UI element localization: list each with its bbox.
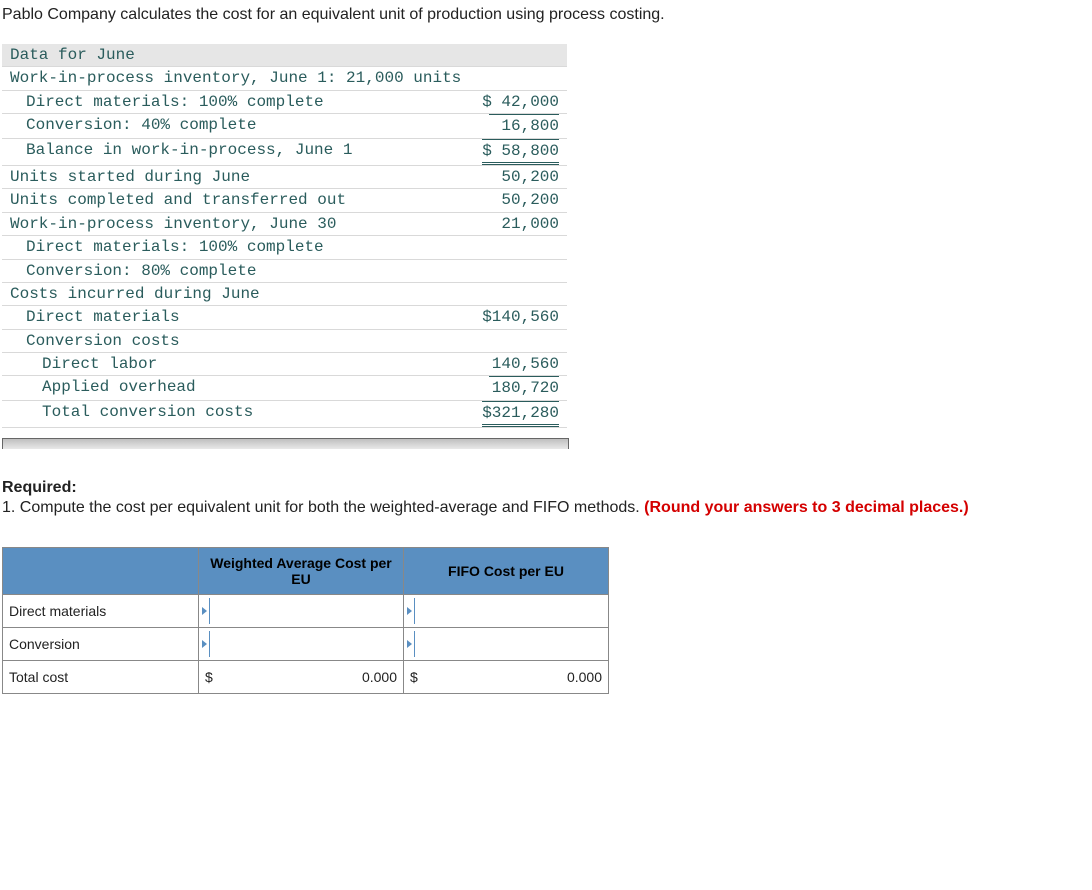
row-dm100: Direct materials: 100% complete bbox=[2, 91, 444, 113]
data-block: Data for June Work-in-process inventory,… bbox=[2, 44, 567, 428]
row-wip-june1: Work-in-process inventory, June 1: 21,00… bbox=[2, 67, 465, 89]
row-oh: Applied overhead bbox=[2, 376, 444, 399]
row-total-cost: Total cost bbox=[3, 661, 199, 694]
val-started: 50,200 bbox=[444, 166, 567, 188]
total-wa: $0.000 bbox=[199, 665, 403, 689]
col-weighted-avg: Weighted Average Cost per EU bbox=[199, 548, 404, 595]
answer-table: Weighted Average Cost per EU FIFO Cost p… bbox=[2, 547, 609, 694]
section-header: Data for June bbox=[2, 44, 444, 66]
divider-bar bbox=[2, 438, 569, 449]
cell-handle-icon[interactable] bbox=[404, 598, 415, 624]
row-dl: Direct labor bbox=[2, 353, 444, 375]
val-completed: 50,200 bbox=[444, 189, 567, 211]
total-fifo: $0.000 bbox=[404, 665, 608, 689]
row-convcosts: Conversion costs bbox=[2, 330, 444, 352]
row-conv80: Conversion: 80% complete bbox=[2, 260, 444, 282]
val-conv40: 16,800 bbox=[444, 114, 567, 137]
row-completed: Units completed and transferred out bbox=[2, 189, 444, 211]
input-fifo-conv[interactable] bbox=[415, 631, 608, 657]
intro-text: Pablo Company calculates the cost for an… bbox=[2, 6, 1092, 24]
cell-handle-icon[interactable] bbox=[404, 631, 415, 657]
input-wa-conv[interactable] bbox=[210, 631, 403, 657]
row-costs-header: Costs incurred during June bbox=[2, 283, 444, 305]
row-dm100b: Direct materials: 100% complete bbox=[2, 236, 444, 258]
col-fifo: FIFO Cost per EU bbox=[404, 548, 609, 595]
row-conversion: Conversion bbox=[3, 628, 199, 661]
row-started: Units started during June bbox=[2, 166, 444, 188]
val-dl: 140,560 bbox=[444, 353, 567, 375]
row-direct-materials: Direct materials bbox=[3, 595, 199, 628]
val-totconv: $321,280 bbox=[444, 401, 567, 427]
val-oh: 180,720 bbox=[444, 376, 567, 399]
val-wip30: 21,000 bbox=[444, 213, 567, 235]
required-text: 1. Compute the cost per equivalent unit … bbox=[2, 499, 1092, 517]
val-balance: $ 58,800 bbox=[444, 139, 567, 165]
row-dmcosts: Direct materials bbox=[2, 306, 444, 328]
val-dm100: $ 42,000 bbox=[444, 91, 567, 113]
input-fifo-dm[interactable] bbox=[415, 598, 608, 624]
required-heading: Required: bbox=[2, 479, 1092, 497]
row-wip30: Work-in-process inventory, June 30 bbox=[2, 213, 444, 235]
row-conv40: Conversion: 40% complete bbox=[2, 114, 444, 137]
cell-handle-icon[interactable] bbox=[199, 598, 210, 624]
row-balance: Balance in work-in-process, June 1 bbox=[2, 139, 444, 165]
input-wa-dm[interactable] bbox=[210, 598, 403, 624]
val-dmcosts: $140,560 bbox=[444, 306, 567, 328]
cell-handle-icon[interactable] bbox=[199, 631, 210, 657]
row-totconv: Total conversion costs bbox=[2, 401, 444, 427]
